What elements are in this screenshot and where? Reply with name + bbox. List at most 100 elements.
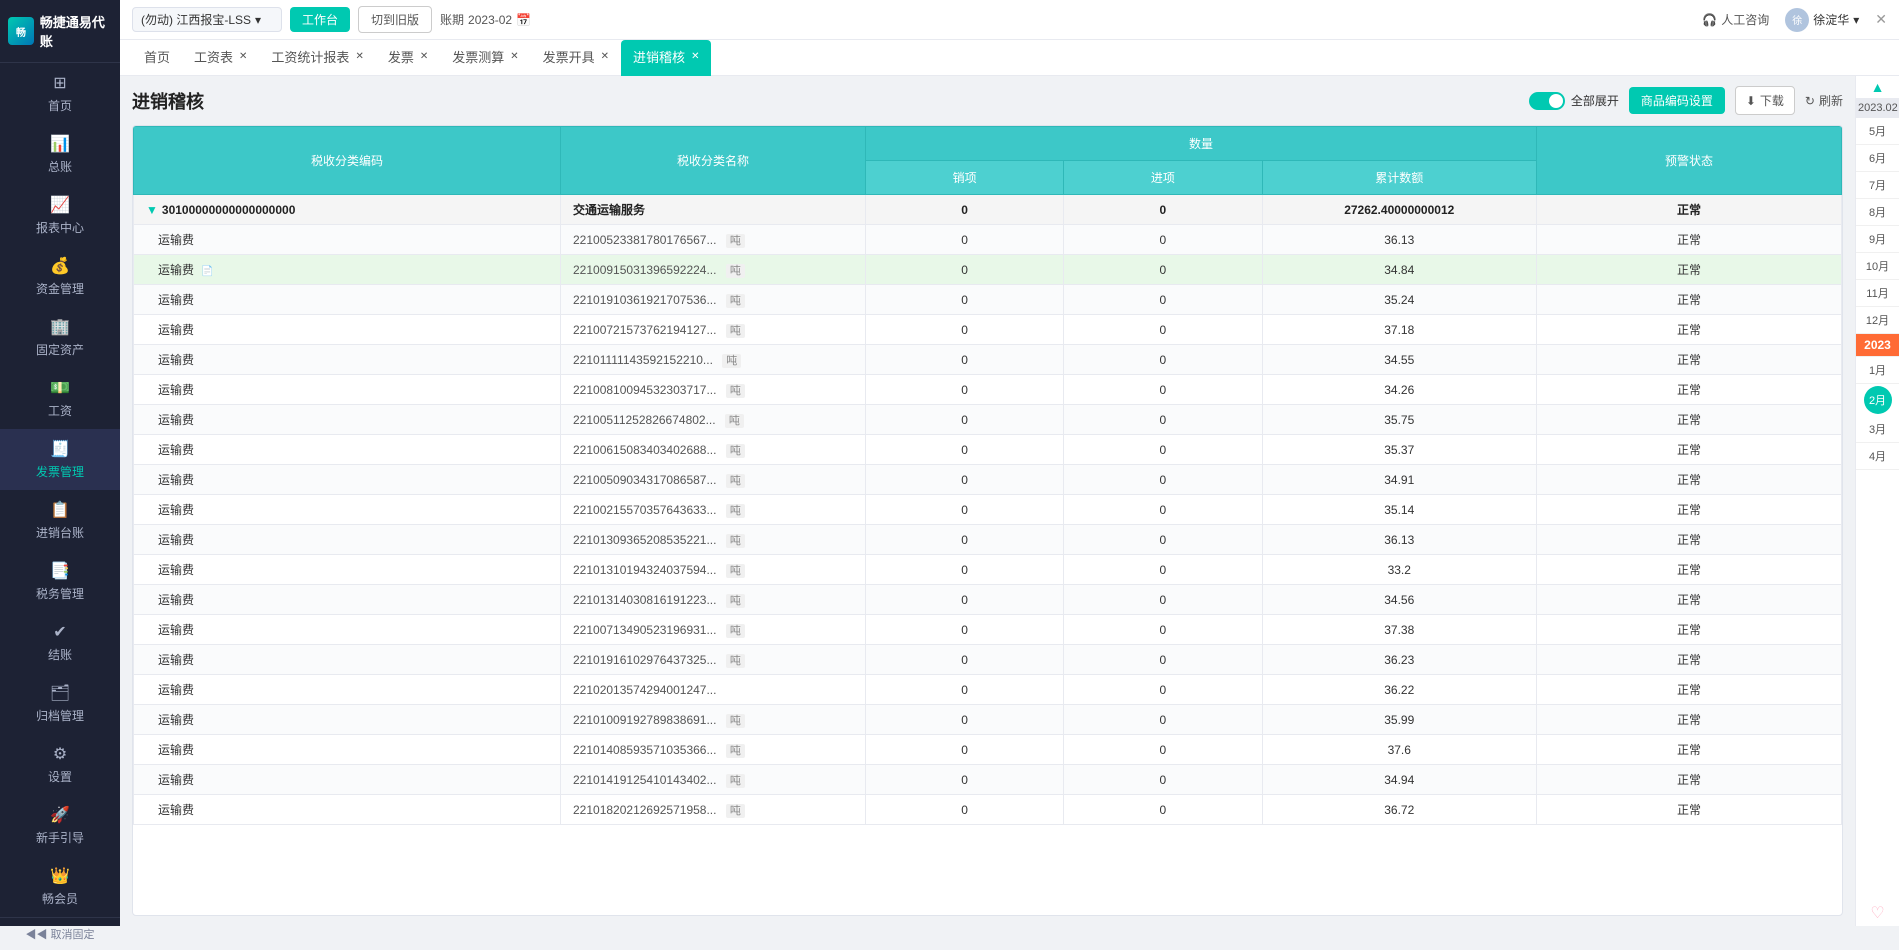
month-8[interactable]: 8月: [1856, 199, 1899, 226]
tab-payroll-table[interactable]: 工资表 ✕: [182, 40, 259, 76]
table-row[interactable]: 运输费 22101820212692571958... 吨 0 0 36.72 …: [134, 795, 1842, 825]
sidebar-item-sales-ledger[interactable]: 📋 进销台账: [0, 490, 120, 551]
closing-icon: ✔: [53, 622, 66, 642]
month-9[interactable]: 9月: [1856, 226, 1899, 253]
table-row[interactable]: 运输费 22100721573762194127... 吨 0 0 37.18 …: [134, 315, 1842, 345]
sidebar-item-ledger[interactable]: 📊 总账: [0, 124, 120, 185]
table-row[interactable]: 运输费 22102013574294001247... 0 0 36.22 正常: [134, 675, 1842, 705]
download-button[interactable]: ⬇ 下载: [1735, 86, 1795, 115]
month-6[interactable]: 6月: [1856, 145, 1899, 172]
item-code2: 22100509034317086587... 吨: [561, 465, 866, 495]
table-row[interactable]: 运输费 22101111143592152210... 吨 0 0 34.55 …: [134, 345, 1842, 375]
user-menu[interactable]: 徐 徐淀华 ▾: [1785, 8, 1859, 32]
tab-reconcile[interactable]: 进销稽核 ✕: [621, 40, 711, 76]
table-row[interactable]: 运输费 22101309365208535221... 吨 0 0 36.13 …: [134, 525, 1842, 555]
item-sale: 0: [866, 525, 1064, 555]
tab-payroll-stats-close-icon[interactable]: ✕: [355, 51, 363, 62]
month-2-active[interactable]: 2月: [1864, 386, 1892, 414]
month-3[interactable]: 3月: [1856, 416, 1899, 443]
tabs-bar: 首页 工资表 ✕ 工资统计报表 ✕ 发票 ✕ 发票测算 ✕ 发票开具 ✕ 进销稽…: [120, 40, 1899, 76]
item-cumulative: 36.23: [1262, 645, 1537, 675]
item-name: 运输费: [134, 765, 561, 795]
expand-toggle-label: 全部展开: [1571, 92, 1619, 109]
help-button[interactable]: 🎧 人工咨询: [1702, 11, 1769, 28]
unpin-button[interactable]: ◀◀ 取消固定: [0, 917, 120, 950]
commodity-code-setting-button[interactable]: 商品编码设置: [1629, 87, 1725, 114]
item-status: 正常: [1537, 495, 1842, 525]
year-label-top[interactable]: 2023.02: [1856, 98, 1899, 118]
table-row[interactable]: 运输费 22101314030816191223... 吨 0 0 34.56 …: [134, 585, 1842, 615]
item-name: 运输费: [134, 555, 561, 585]
tab-invoice[interactable]: 发票 ✕: [376, 40, 440, 76]
sidebar-item-guide[interactable]: 🚀 新手引导: [0, 795, 120, 856]
month-1[interactable]: 1月: [1856, 357, 1899, 384]
table-row[interactable]: 运输费 22100810094532303717... 吨 0 0 34.26 …: [134, 375, 1842, 405]
scroll-up-button[interactable]: ▲: [1856, 76, 1899, 98]
tab-invoice-close-icon[interactable]: ✕: [420, 51, 428, 62]
item-name: 运输费: [134, 735, 561, 765]
table-row[interactable]: 运输费 22101408593571035366... 吨 0 0 37.6 正…: [134, 735, 1842, 765]
item-purchase: 0: [1064, 585, 1262, 615]
topbar: (勿动) 江西报宝-LSS ▾ 工作台 切到旧版 账期 2023-02 📅 🎧 …: [120, 0, 1899, 40]
tab-invoice-issue[interactable]: 发票开具 ✕: [531, 40, 621, 76]
month-11[interactable]: 11月: [1856, 280, 1899, 307]
month-7[interactable]: 7月: [1856, 172, 1899, 199]
tab-reconcile-close-icon[interactable]: ✕: [691, 51, 699, 62]
item-code2: 22100915031396592224... 吨: [561, 255, 866, 285]
sidebar-item-reports[interactable]: 📈 报表中心: [0, 185, 120, 246]
guide-icon: 🚀: [50, 805, 70, 825]
scroll-down-button[interactable]: ♡: [1856, 900, 1899, 926]
table-row[interactable]: 运输费 22100523381780176567... 吨 0 0 36.13 …: [134, 225, 1842, 255]
sidebar-item-closing[interactable]: ✔ 结账: [0, 612, 120, 673]
tab-payroll-close-icon[interactable]: ✕: [239, 51, 247, 62]
sidebar-item-payroll[interactable]: 💵 工资: [0, 368, 120, 429]
item-cumulative: 37.18: [1262, 315, 1537, 345]
item-code2: 22100511252826674802... 吨: [561, 405, 866, 435]
table-row[interactable]: 运输费 22101419125410143402... 吨 0 0 34.94 …: [134, 765, 1842, 795]
sidebar-item-member[interactable]: 👑 畅会员: [0, 856, 120, 917]
company-selector[interactable]: (勿动) 江西报宝-LSS ▾: [132, 7, 282, 32]
app-name: 畅捷通易代账: [40, 12, 112, 50]
workspace-button[interactable]: 工作台: [290, 7, 350, 32]
table-row[interactable]: 运输费 📄 22100915031396592224... 吨 0 0 34.8…: [134, 255, 1842, 285]
table-row[interactable]: 运输费 22101910361921707536... 吨 0 0 35.24 …: [134, 285, 1842, 315]
tab-invoice-calc-close-icon[interactable]: ✕: [510, 51, 518, 62]
close-button[interactable]: ✕: [1875, 11, 1887, 28]
sidebar-item-assets[interactable]: 🏢 固定资产: [0, 307, 120, 368]
month-12[interactable]: 12月: [1856, 307, 1899, 334]
sidebar-item-archive[interactable]: 🗂 归档管理: [0, 673, 120, 734]
month-5[interactable]: 5月: [1856, 118, 1899, 145]
table-row[interactable]: ▼30100000000000000000 交通运输服务 0 0 27262.4…: [134, 195, 1842, 225]
table-row[interactable]: 运输费 22101009192789838691... 吨 0 0 35.99 …: [134, 705, 1842, 735]
item-sale: 0: [866, 315, 1064, 345]
sidebar-item-funds[interactable]: 💰 资金管理: [0, 246, 120, 307]
month-4[interactable]: 4月: [1856, 443, 1899, 470]
table-row[interactable]: 运输费 22100215570357643633... 吨 0 0 35.14 …: [134, 495, 1842, 525]
user-dropdown-icon: ▾: [1853, 13, 1859, 27]
month-10[interactable]: 10月: [1856, 253, 1899, 280]
sidebar-item-invoice[interactable]: 🧾 发票管理: [0, 429, 120, 490]
item-cumulative: 36.13: [1262, 225, 1537, 255]
sidebar-item-settings[interactable]: ⚙ 设置: [0, 734, 120, 795]
tab-invoice-issue-close-icon[interactable]: ✕: [601, 51, 609, 62]
tab-invoice-calc[interactable]: 发票测算 ✕: [440, 40, 530, 76]
item-code2: 22100215570357643633... 吨: [561, 495, 866, 525]
table-row[interactable]: 运输费 22100509034317086587... 吨 0 0 34.91 …: [134, 465, 1842, 495]
item-cumulative: 35.14: [1262, 495, 1537, 525]
table-row[interactable]: 运输费 22100511252826674802... 吨 0 0 35.75 …: [134, 405, 1842, 435]
tab-payroll-stats[interactable]: 工资统计报表 ✕: [259, 40, 375, 76]
table-row[interactable]: 运输费 22100713490523196931... 吨 0 0 37.38 …: [134, 615, 1842, 645]
refresh-label: 刷新: [1819, 92, 1843, 109]
sidebar-item-home[interactable]: ⊞ 首页: [0, 63, 120, 124]
table-row[interactable]: 运输费 22101916102976437325... 吨 0 0 36.23 …: [134, 645, 1842, 675]
tab-home[interactable]: 首页: [132, 40, 182, 76]
refresh-button[interactable]: ↻ 刷新: [1805, 92, 1843, 109]
table-row[interactable]: 运输费 22100615083403402688... 吨 0 0 35.37 …: [134, 435, 1842, 465]
group-status: 正常: [1537, 195, 1842, 225]
expand-toggle[interactable]: [1529, 92, 1565, 110]
sidebar-item-tax[interactable]: 📑 税务管理: [0, 551, 120, 612]
switch-version-button[interactable]: 切到旧版: [358, 6, 432, 33]
sidebar-item-guide-label: 新手引导: [36, 829, 84, 846]
archive-icon: 🗂: [50, 683, 70, 703]
table-row[interactable]: 运输费 22101310194324037594... 吨 0 0 33.2 正…: [134, 555, 1842, 585]
